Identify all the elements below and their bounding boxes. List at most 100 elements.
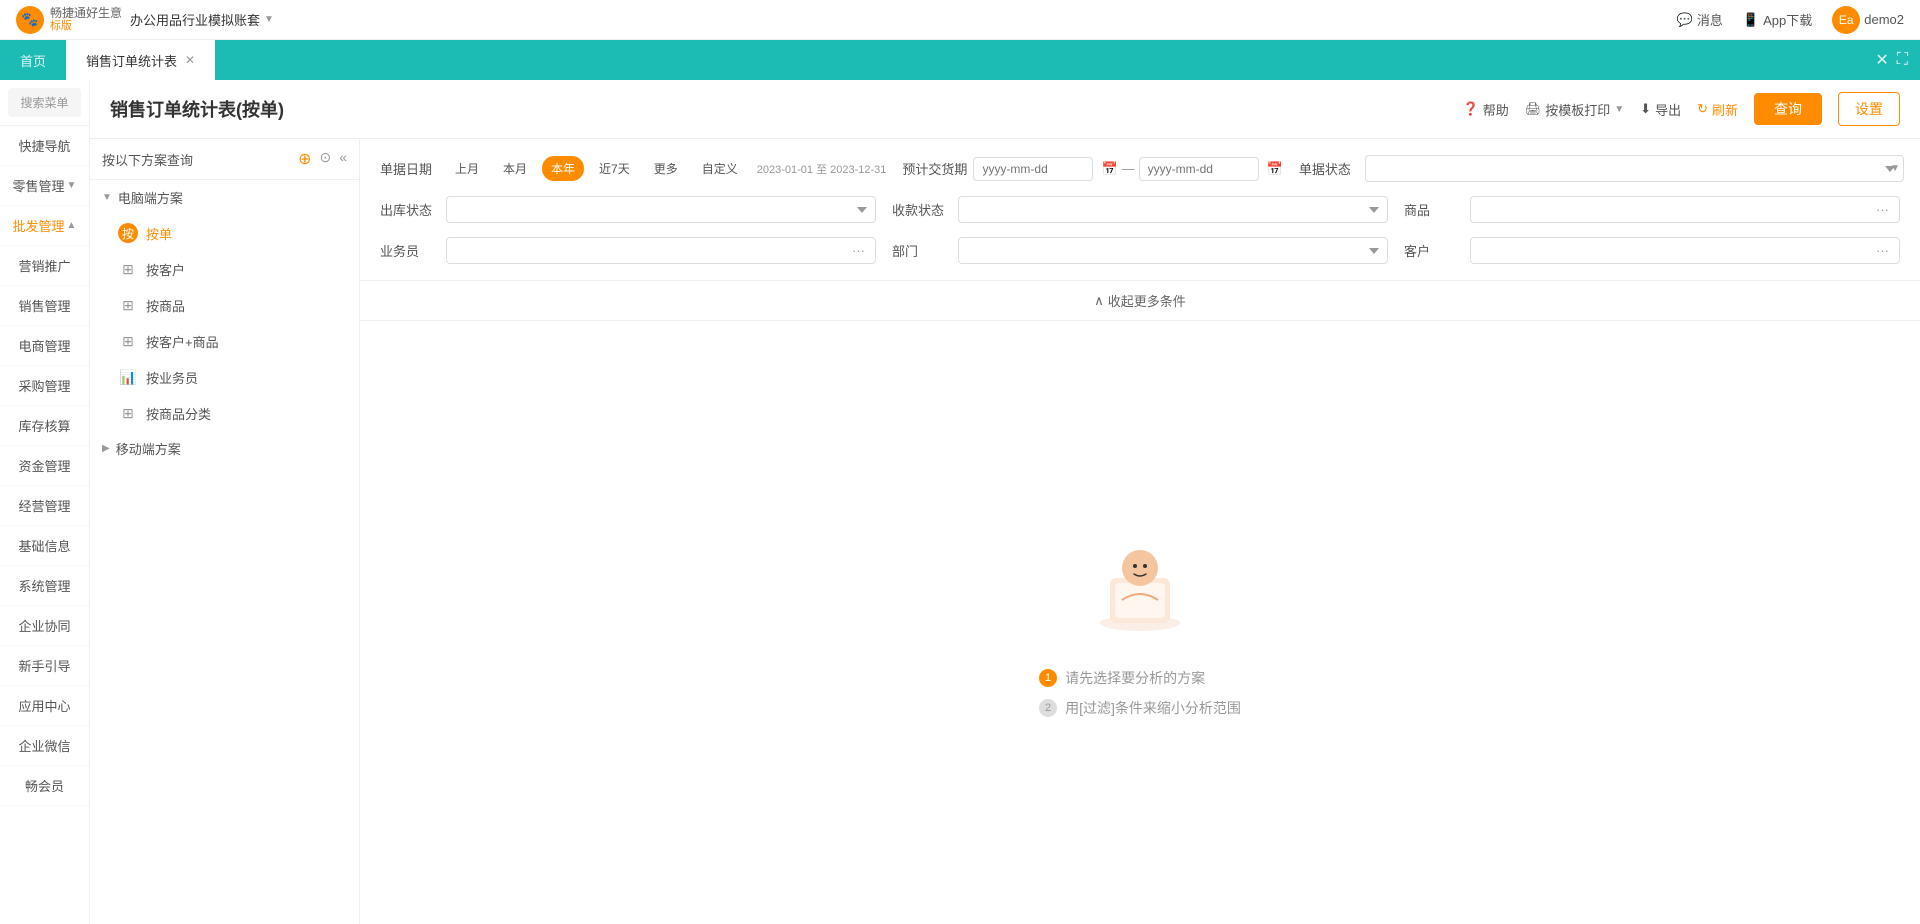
message-action[interactable]: 💬 消息 (1677, 10, 1723, 29)
filter-row-2: 出库状态 收款状态 商品 (380, 196, 1900, 223)
template-print-action[interactable]: 🖨 按模板打印 ▼ (1525, 100, 1624, 119)
sidebar: 搜索菜单 快捷导航 零售管理 ▼ 批发管理 ▲ 营销推广 销售管理 电商管理 采… (0, 80, 90, 924)
tab-home[interactable]: 首页 (0, 40, 66, 80)
date-separator: — (1122, 161, 1135, 176)
calendar-end-icon[interactable]: 📅 (1267, 161, 1283, 177)
sidebar-item-wholesale[interactable]: 批发管理 ▲ (0, 206, 89, 246)
sidebar-item-member[interactable]: 畅会员 (0, 766, 89, 806)
export-icon: ⬇ (1640, 101, 1651, 117)
sidebar-item-base-info[interactable]: 基础信息 (0, 526, 89, 566)
top-bar-right: 💬 消息 📱 App下载 Ea demo2 (1677, 6, 1904, 34)
salesperson-more-icon: ··· (852, 243, 865, 258)
sidebar-item-finance[interactable]: 资金管理 (0, 446, 89, 486)
sidebar-item-guide[interactable]: 新手引导 (0, 646, 89, 686)
query-button[interactable]: 查询 (1754, 93, 1822, 125)
refresh-action[interactable]: ↻ 刷新 (1697, 100, 1738, 119)
tab-close-window-icon[interactable]: ✕ (1875, 50, 1888, 70)
settings-button[interactable]: 设置 (1838, 92, 1900, 126)
sidebar-item-system[interactable]: 系统管理 (0, 566, 89, 606)
sidebar-item-purchase[interactable]: 采购管理 (0, 366, 89, 406)
sidebar-item-wechat[interactable]: 企业微信 (0, 726, 89, 766)
left-panel-icons: ⊕ ⊙ « (298, 149, 347, 169)
help-action[interactable]: ❓ 帮助 (1463, 100, 1509, 119)
customer-label: 客户 (1404, 241, 1464, 260)
sidebar-item-inventory[interactable]: 库存核算 (0, 406, 89, 446)
more-date-btn[interactable]: 更多 (645, 156, 687, 181)
filter-item-product: 商品 ··· (1404, 196, 1900, 223)
salesperson-input[interactable]: ··· (446, 237, 876, 264)
main-layout: 搜索菜单 快捷导航 零售管理 ▼ 批发管理 ▲ 营销推广 销售管理 电商管理 采… (0, 80, 1920, 924)
custom-date-btn[interactable]: 自定义 (693, 156, 747, 181)
sidebar-item-enterprise[interactable]: 企业协同 (0, 606, 89, 646)
scheme-group-pc-header[interactable]: ▼ 电脑端方案 (90, 180, 359, 215)
filter-item-salesperson: 业务员 ··· (380, 237, 876, 264)
chevron-up-icon: ▲ (67, 220, 77, 231)
this-month-btn[interactable]: 本月 (494, 156, 536, 181)
this-year-btn[interactable]: 本年 (542, 156, 584, 181)
scheme-chart-icon: 📊 (118, 367, 138, 387)
scheme-item-by-salesperson[interactable]: 📊 按业务员 (90, 359, 359, 395)
expected-delivery-start[interactable] (973, 157, 1093, 181)
collapse-label: 收起更多条件 (1108, 291, 1186, 310)
department-label: 部门 (892, 241, 952, 260)
scheme-table-icon: ⊞ (118, 331, 138, 351)
sidebar-item-marketing[interactable]: 营销推广 (0, 246, 89, 286)
doc-status-select[interactable] (1365, 155, 1904, 182)
empty-tip-1: 1 请先选择要分析的方案 (1039, 668, 1241, 688)
collapse-panel-icon[interactable]: « (339, 149, 347, 169)
scheme-item-by-product[interactable]: ⊞ 按商品 (90, 287, 359, 323)
last-month-btn[interactable]: 上月 (446, 156, 488, 181)
add-scheme-icon[interactable]: ⊕ (298, 149, 311, 169)
customer-input[interactable]: ··· (1470, 237, 1900, 264)
filter-item-date: 单据日期 上月 本月 本年 近7天 更多 自定义 2023-01-01 至 20… (380, 156, 886, 181)
app-selector-arrow-icon: ▼ (264, 14, 274, 25)
date-range-display: 2023-01-01 至 2023-12-31 (757, 161, 887, 177)
sidebar-item-sales[interactable]: 销售管理 (0, 286, 89, 326)
sidebar-search: 搜索菜单 (0, 80, 89, 126)
scheme-group-mobile: ▶ 移动端方案 (90, 431, 359, 466)
scheme-active-icon: 按 (118, 223, 138, 243)
expected-delivery-label: 预计交货期 (902, 159, 967, 178)
scheme-item-by-product-category[interactable]: ⊞ 按商品分类 (90, 395, 359, 431)
department-select[interactable] (958, 237, 1388, 264)
scheme-table-icon: ⊞ (118, 403, 138, 423)
chevron-down-icon: ▼ (67, 180, 77, 191)
last-7-days-btn[interactable]: 近7天 (590, 156, 639, 181)
print-icon: 🖨 (1525, 101, 1542, 117)
group-collapsed-icon: ▶ (102, 443, 110, 454)
product-input[interactable]: ··· (1470, 196, 1900, 223)
search-menu-button[interactable]: 搜索菜单 (8, 88, 81, 117)
expected-delivery-end[interactable] (1139, 157, 1259, 181)
sidebar-item-ecommerce[interactable]: 电商管理 (0, 326, 89, 366)
filter-item-department: 部门 (892, 237, 1388, 264)
scheme-item-by-customer-product[interactable]: ⊞ 按客户+商品 (90, 323, 359, 359)
filter-item-receipt-status: 收款状态 (892, 196, 1388, 223)
sidebar-item-retail[interactable]: 零售管理 ▼ (0, 166, 89, 206)
calendar-start-icon[interactable]: 📅 (1101, 161, 1117, 177)
page-header: 销售订单统计表(按单) ❓ 帮助 🖨 按模板打印 ▼ ⬇ 导出 ↻ 刷新 (90, 80, 1920, 139)
ship-status-select[interactable] (446, 196, 876, 223)
receipt-status-select[interactable] (958, 196, 1388, 223)
scheme-item-by-order[interactable]: 按 按单 (90, 215, 359, 251)
left-panel-title: 按以下方案查询 (102, 150, 193, 169)
sidebar-item-quick-nav[interactable]: 快捷导航 (0, 126, 89, 166)
app-download-action[interactable]: 📱 App下载 (1743, 10, 1812, 29)
sidebar-item-app-center[interactable]: 应用中心 (0, 686, 89, 726)
tab-close-icon[interactable]: ✕ (185, 53, 195, 67)
app-selector[interactable]: 办公用品行业模拟账套 ▼ (130, 10, 274, 29)
collapse-icon: ∧ (1094, 293, 1104, 309)
scheme-group-pc: ▼ 电脑端方案 按 按单 ⊞ 按客户 ⊞ 按商品 (90, 180, 359, 431)
tab-sales-order-stats[interactable]: 销售订单统计表 ✕ (66, 40, 215, 80)
export-action[interactable]: ⬇ 导出 (1640, 100, 1681, 119)
collapse-bar[interactable]: ∧ 收起更多条件 (360, 281, 1920, 321)
scheme-item-by-customer[interactable]: ⊞ 按客户 (90, 251, 359, 287)
scheme-group-mobile-header[interactable]: ▶ 移动端方案 (90, 431, 359, 466)
sidebar-item-operation[interactable]: 经营管理 (0, 486, 89, 526)
tab-maximize-icon[interactable]: ⛶ (1897, 51, 1908, 69)
user-area[interactable]: Ea demo2 (1832, 6, 1904, 34)
date-label: 单据日期 (380, 159, 440, 178)
edit-scheme-icon[interactable]: ⊙ (319, 149, 331, 169)
refresh-icon: ↻ (1697, 101, 1708, 117)
app-download-icon: 📱 (1743, 12, 1759, 28)
two-panel: 按以下方案查询 ⊕ ⊙ « ▼ 电脑端方案 按 按单 (90, 139, 1920, 924)
